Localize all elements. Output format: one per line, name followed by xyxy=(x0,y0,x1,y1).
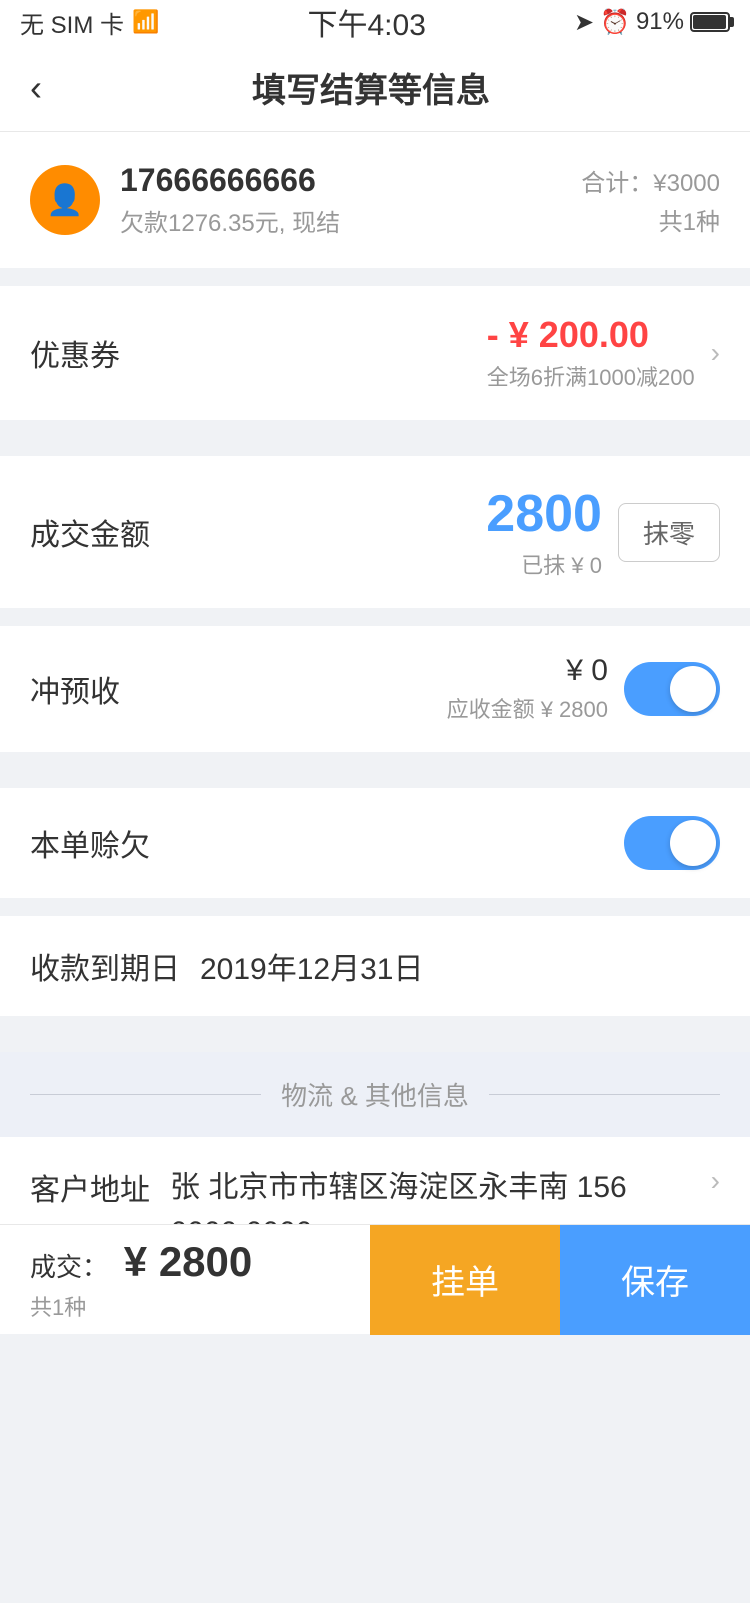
logistics-label: 物流 & 其他信息 xyxy=(281,1076,469,1113)
deferred-toggle-knob xyxy=(670,820,716,866)
due-date-label: 收款到期日 xyxy=(30,944,180,988)
logistics-header: 物流 & 其他信息 xyxy=(0,1052,750,1137)
deal-amount-row: 成交金额 2800 已抹 ¥ 0 抹零 xyxy=(0,456,750,608)
coupon-values: - ¥ 200.00 全场6折满1000减200 xyxy=(487,314,695,392)
deal-section: 成交金额 2800 已抹 ¥ 0 抹零 xyxy=(0,456,750,608)
separator-2 xyxy=(0,770,750,788)
deferred-row: 本单赊欠 xyxy=(0,788,750,898)
bottom-bar: 成交： ¥ 2800 共1种 挂单 保存 xyxy=(0,1224,750,1334)
prepay-row: 冲预收 ¥ 0 应收金额 ¥ 2800 xyxy=(0,626,750,752)
save-label: 保存 xyxy=(621,1255,689,1304)
alarm-icon: ⏰ xyxy=(600,8,630,37)
chevron-right-icon: › xyxy=(711,337,720,369)
address-chevron-icon: › xyxy=(711,1165,720,1197)
erase-button[interactable]: 抹零 xyxy=(618,503,720,562)
deal-amount-right: 2800 已抹 ¥ 0 抹零 xyxy=(486,484,720,580)
coupon-section: 优惠券 - ¥ 200.00 全场6折满1000减200 › xyxy=(0,286,750,420)
hang-order-button[interactable]: 挂单 xyxy=(370,1225,560,1335)
total-count: 共1种 xyxy=(581,202,720,237)
header-line-left xyxy=(30,1094,261,1095)
total-value: ¥3000 xyxy=(653,170,720,197)
deal-amount-label: 成交金额 xyxy=(30,510,150,554)
separator-3 xyxy=(0,1034,750,1052)
bottom-deal-label: 成交： xyxy=(30,1252,108,1282)
prepay-label: 冲预收 xyxy=(30,667,120,711)
coupon-label: 优惠券 xyxy=(30,331,120,375)
bottom-count: 共1种 xyxy=(30,1290,340,1322)
prepay-sub: 应收金额 ¥ 2800 xyxy=(447,692,608,724)
battery-percent: 91% xyxy=(636,8,684,36)
prepay-right: ¥ 0 应收金额 ¥ 2800 xyxy=(447,654,720,724)
status-bar: 无 SIM 卡 📶 下午4:03 ➤ ⏰ 91% xyxy=(0,0,750,44)
bottom-summary: 成交： ¥ 2800 共1种 xyxy=(0,1238,370,1322)
due-date-row: 收款到期日 2019年12月31日 xyxy=(0,916,750,1016)
total-label: 合计：¥3000 xyxy=(581,163,720,198)
deal-sub: 已抹 ¥ 0 xyxy=(486,548,602,580)
coupon-row[interactable]: 优惠券 - ¥ 200.00 全场6折满1000减200 › xyxy=(0,286,750,420)
deal-amount-value: 2800 xyxy=(486,484,602,544)
deal-values: 2800 已抹 ¥ 0 xyxy=(486,484,602,580)
bottom-deal-line: 成交： ¥ 2800 xyxy=(30,1238,340,1286)
nav-bar: ‹ 填写结算等信息 xyxy=(0,44,750,132)
bottom-deal-amount: ¥ 2800 xyxy=(124,1238,252,1285)
prepay-toggle[interactable] xyxy=(624,662,720,716)
separator-1 xyxy=(0,438,750,456)
coupon-right: - ¥ 200.00 全场6折满1000减200 › xyxy=(487,314,720,392)
sim-label: 无 SIM 卡 xyxy=(20,5,124,40)
due-date-value: 2019年12月31日 xyxy=(200,944,423,988)
deferred-section: 本单赊欠 xyxy=(0,788,750,898)
prepay-values: ¥ 0 应收金额 ¥ 2800 xyxy=(447,654,608,724)
address-label: 客户地址 xyxy=(30,1165,150,1209)
deferred-label: 本单赊欠 xyxy=(30,821,150,865)
avatar: 👤 xyxy=(30,165,100,235)
status-right: ➤ ⏰ 91% xyxy=(574,8,730,37)
customer-phone: 17666666666 xyxy=(120,162,340,199)
back-button[interactable]: ‹ xyxy=(30,67,42,109)
deferred-toggle[interactable] xyxy=(624,816,720,870)
hang-label: 挂单 xyxy=(431,1255,499,1304)
status-left: 无 SIM 卡 📶 xyxy=(20,5,159,40)
prepay-section: 冲预收 ¥ 0 应收金额 ¥ 2800 xyxy=(0,626,750,752)
coupon-discount: - ¥ 200.00 xyxy=(487,314,695,356)
prepay-amount: ¥ 0 xyxy=(447,654,608,688)
customer-card: 👤 17666666666 欠款1276.35元, 现结 合计：¥3000 共1… xyxy=(0,132,750,268)
customer-info-left: 👤 17666666666 欠款1276.35元, 现结 xyxy=(30,162,340,238)
page-title: 填写结算等信息 xyxy=(62,63,680,112)
customer-total: 合计：¥3000 共1种 xyxy=(581,163,720,237)
wifi-icon: 📶 xyxy=(132,9,159,35)
content-area: 👤 17666666666 欠款1276.35元, 现结 合计：¥3000 共1… xyxy=(0,132,750,1603)
save-button[interactable]: 保存 xyxy=(560,1225,750,1335)
toggle-knob xyxy=(670,666,716,712)
status-time: 下午4:03 xyxy=(307,0,425,44)
battery-icon xyxy=(690,12,730,32)
customer-details: 17666666666 欠款1276.35元, 现结 xyxy=(120,162,340,238)
location-icon: ➤ xyxy=(574,8,594,37)
customer-subtext: 欠款1276.35元, 现结 xyxy=(120,203,340,238)
avatar-icon: 👤 xyxy=(46,183,83,218)
coupon-desc: 全场6折满1000减200 xyxy=(487,360,695,392)
header-line-right xyxy=(489,1094,720,1095)
